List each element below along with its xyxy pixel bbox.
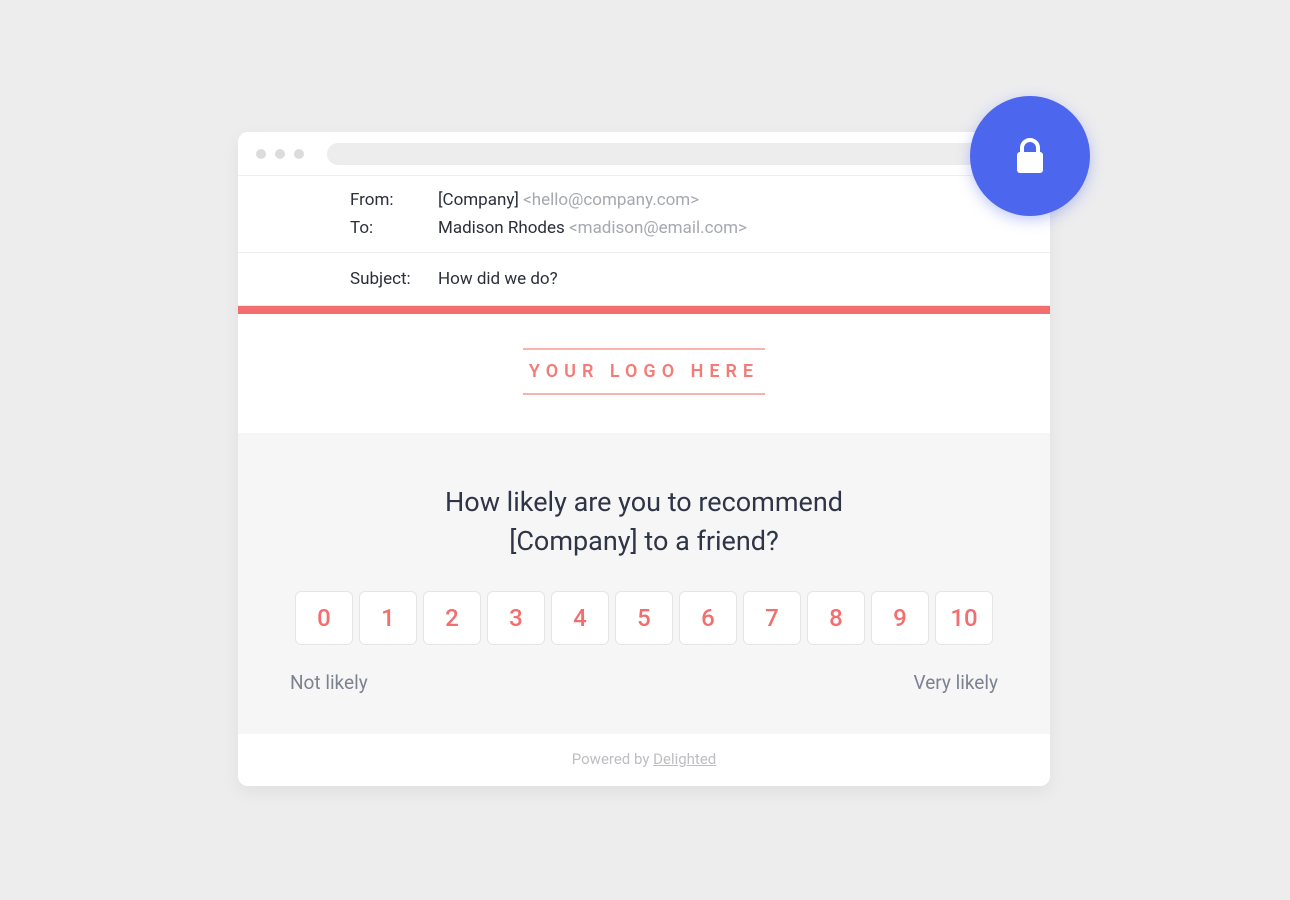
score-5-button[interactable]: 5 [615,591,673,645]
scale-high-label: Very likely [914,671,998,694]
nps-scale: 0 1 2 3 4 5 6 7 8 9 10 [290,591,998,645]
lock-badge [970,96,1090,216]
scale-low-label: Not likely [290,671,368,694]
footer: Powered by Delighted [238,734,1050,786]
score-8-button[interactable]: 8 [807,591,865,645]
score-7-button[interactable]: 7 [743,591,801,645]
score-9-button[interactable]: 9 [871,591,929,645]
window-dot-green [294,149,304,159]
header-row-to: To: Madison Rhodes <madison@email.com> [238,214,1050,242]
logo-area: YOUR LOGO HERE [238,314,1050,433]
score-0-button[interactable]: 0 [295,591,353,645]
from-name: [Company] [438,190,519,210]
score-3-button[interactable]: 3 [487,591,545,645]
score-1-button[interactable]: 1 [359,591,417,645]
score-2-button[interactable]: 2 [423,591,481,645]
window-chrome [238,132,1050,176]
powered-by-link[interactable]: Delighted [653,750,716,768]
email-preview-window: From: [Company] <hello@company.com> To: … [238,132,1050,786]
window-dot-yellow [275,149,285,159]
lock-icon [1014,137,1046,175]
email-headers: From: [Company] <hello@company.com> To: … [238,176,1050,253]
scale-labels: Not likely Very likely [290,671,998,694]
header-row-subject: Subject: How did we do? [238,253,1050,306]
to-label: To: [238,218,438,238]
to-email: <madison@email.com> [569,218,747,238]
subject-label: Subject: [238,269,438,289]
brand-accent-bar [238,306,1050,314]
to-value: Madison Rhodes <madison@email.com> [438,218,747,238]
score-4-button[interactable]: 4 [551,591,609,645]
from-email: <hello@company.com> [523,190,699,210]
powered-by-prefix: Powered by [572,750,653,768]
logo-placeholder: YOUR LOGO HERE [523,348,765,395]
address-bar-placeholder [327,143,1032,165]
subject-value: How did we do? [438,269,558,289]
from-label: From: [238,190,438,210]
score-10-button[interactable]: 10 [935,591,993,645]
window-dot-red [256,149,266,159]
survey-question: How likely are you to recommend [Company… [384,483,904,561]
survey-body: How likely are you to recommend [Company… [238,433,1050,734]
from-value: [Company] <hello@company.com> [438,190,699,210]
to-name: Madison Rhodes [438,218,565,238]
header-row-from: From: [Company] <hello@company.com> [238,186,1050,214]
score-6-button[interactable]: 6 [679,591,737,645]
